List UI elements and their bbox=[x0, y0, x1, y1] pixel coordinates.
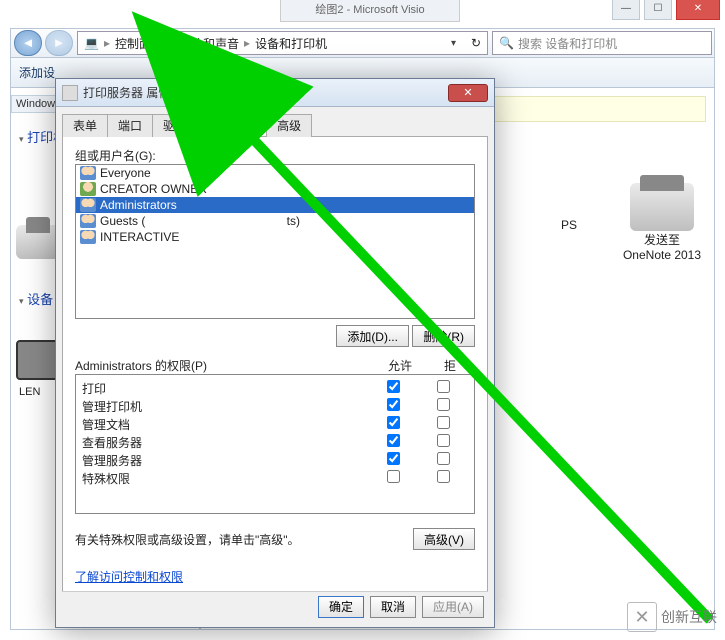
permission-deny-checkbox[interactable] bbox=[437, 434, 450, 447]
group-row[interactable]: INTERACTIVE bbox=[76, 229, 474, 245]
watermark: ✕ 创新互联 bbox=[627, 602, 717, 632]
permission-allow-checkbox[interactable] bbox=[387, 452, 400, 465]
dialog-icon bbox=[62, 85, 78, 101]
ok-button[interactable]: 确定 bbox=[318, 596, 364, 618]
tab-advanced[interactable]: 高级 bbox=[266, 114, 312, 137]
refresh-icon[interactable]: ↻ bbox=[471, 36, 481, 50]
permission-name: 管理文档 bbox=[82, 416, 368, 433]
permissions-table: 打印管理打印机管理文档查看服务器管理服务器特殊权限 bbox=[75, 374, 475, 514]
permission-row: 管理文档 bbox=[82, 415, 468, 433]
search-input[interactable]: 🔍 搜索 设备和打印机 bbox=[492, 31, 712, 55]
close-button[interactable]: ✕ bbox=[676, 0, 720, 20]
permission-row: 特殊权限 bbox=[82, 469, 468, 487]
group-row[interactable]: Guests ( ts) bbox=[76, 213, 474, 229]
tab-security[interactable]: 安全 bbox=[221, 113, 267, 136]
tab-forms[interactable]: 表单 bbox=[62, 114, 108, 137]
onenote-label: 发送至 OneNote 2013 bbox=[622, 231, 702, 262]
group-name: Administrators bbox=[100, 198, 177, 212]
groups-listbox[interactable]: EveryoneCREATOR OWNERAdministratorsGuest… bbox=[75, 164, 475, 319]
breadcrumb-1[interactable]: 硬件和声音 bbox=[179, 35, 239, 52]
breadcrumb-0[interactable]: 控制面板 bbox=[115, 35, 163, 52]
group-name: Guests ( bbox=[100, 214, 145, 228]
device-ps[interactable]: PS bbox=[529, 218, 609, 232]
tab-ports[interactable]: 端口 bbox=[107, 114, 153, 137]
permission-row: 查看服务器 bbox=[82, 433, 468, 451]
visio-title-bar: 绘图2 - Microsoft Visio bbox=[280, 0, 460, 22]
perm-allow-header: 允许 bbox=[375, 357, 425, 374]
permission-name: 查看服务器 bbox=[82, 434, 368, 451]
learn-link[interactable]: 了解访问控制和权限 bbox=[75, 570, 183, 584]
add-button[interactable]: 添加(D)... bbox=[336, 325, 409, 347]
group-name: INTERACTIVE bbox=[100, 230, 179, 244]
permission-row: 管理服务器 bbox=[82, 451, 468, 469]
permission-deny-checkbox[interactable] bbox=[437, 416, 450, 429]
apply-button[interactable]: 应用(A) bbox=[422, 596, 484, 618]
watermark-logo-icon: ✕ bbox=[627, 602, 657, 632]
permission-allow-checkbox[interactable] bbox=[387, 380, 400, 393]
group-icon bbox=[80, 230, 96, 244]
dialog-titlebar[interactable]: 打印服务器 属性 ✕ bbox=[56, 79, 494, 107]
group-icon bbox=[80, 214, 96, 228]
group-row[interactable]: Everyone bbox=[76, 165, 474, 181]
forward-button[interactable]: ► bbox=[45, 30, 73, 56]
minimize-button[interactable]: — bbox=[612, 0, 640, 20]
permission-row: 打印 bbox=[82, 379, 468, 397]
history-dropdown[interactable]: ▾ bbox=[451, 38, 467, 49]
group-label: 组或用户名(G): bbox=[75, 147, 475, 164]
printer-icon bbox=[630, 183, 694, 231]
permission-name: 打印 bbox=[82, 380, 368, 397]
special-perm-text: 有关特殊权限或高级设置，请单击"高级"。 bbox=[75, 531, 413, 548]
ps-label: PS bbox=[561, 218, 577, 232]
group-row[interactable]: CREATOR OWNER bbox=[76, 181, 474, 197]
permission-name: 特殊权限 bbox=[82, 470, 368, 487]
tab-drivers[interactable]: 驱动程序 bbox=[152, 114, 222, 137]
search-icon: 🔍 bbox=[499, 36, 514, 50]
permission-deny-checkbox[interactable] bbox=[437, 470, 450, 483]
permission-allow-checkbox[interactable] bbox=[387, 398, 400, 411]
dialog-button-bar: 确定 取消 应用(A) bbox=[62, 591, 488, 621]
breadcrumb-2[interactable]: 设备和打印机 bbox=[255, 35, 327, 52]
permission-row: 管理打印机 bbox=[82, 397, 468, 415]
permission-name: 管理打印机 bbox=[82, 398, 368, 415]
permission-deny-checkbox[interactable] bbox=[437, 452, 450, 465]
perm-deny-header: 拒 bbox=[425, 357, 475, 374]
maximize-button[interactable]: ☐ bbox=[644, 0, 672, 20]
dialog-tabs: 表单 端口 驱动程序 安全 高级 bbox=[62, 113, 488, 137]
permission-deny-checkbox[interactable] bbox=[437, 380, 450, 393]
address-breadcrumb[interactable]: 💻 ▸ 控制面板 ▸ 硬件和声音 ▸ 设备和打印机 ▾ ↻ bbox=[77, 31, 488, 55]
explorer-toolbar: ◄ ► 💻 ▸ 控制面板 ▸ 硬件和声音 ▸ 设备和打印机 ▾ ↻ 🔍 搜索 设… bbox=[10, 28, 715, 58]
dialog-body: 组或用户名(G): Everyone CREATOR OWNER Administr… bbox=[62, 137, 488, 597]
device-onenote[interactable]: 发送至 OneNote 2013 bbox=[622, 183, 702, 262]
group-row[interactable]: Administrators bbox=[76, 197, 474, 213]
perm-heading: Administrators 的权限(P) bbox=[75, 357, 375, 374]
permission-allow-checkbox[interactable] bbox=[387, 434, 400, 447]
permission-allow-checkbox[interactable] bbox=[387, 470, 400, 483]
group-name-suffix: ts) bbox=[287, 214, 300, 228]
back-button[interactable]: ◄ bbox=[14, 30, 42, 56]
group-icon bbox=[80, 166, 96, 180]
dialog-close-button[interactable]: ✕ bbox=[448, 84, 488, 102]
advanced-button[interactable]: 高级(V) bbox=[413, 528, 475, 550]
group-name: CREATOR OWNER bbox=[100, 182, 207, 196]
permission-deny-checkbox[interactable] bbox=[437, 398, 450, 411]
group-icon bbox=[80, 198, 96, 212]
permission-allow-checkbox[interactable] bbox=[387, 416, 400, 429]
group-name: Everyone bbox=[100, 166, 151, 180]
cancel-button[interactable]: 取消 bbox=[370, 596, 416, 618]
permission-name: 管理服务器 bbox=[82, 452, 368, 469]
thumb-printer-icon bbox=[16, 225, 60, 259]
remove-button[interactable]: 删除(R) bbox=[412, 325, 475, 347]
search-placeholder: 搜索 设备和打印机 bbox=[518, 35, 617, 52]
add-device-label[interactable]: 添加设 bbox=[19, 64, 55, 81]
user-icon bbox=[80, 182, 96, 196]
watermark-text: 创新互联 bbox=[661, 607, 717, 627]
dialog-title: 打印服务器 属性 bbox=[83, 84, 170, 101]
properties-dialog: 打印服务器 属性 ✕ 表单 端口 驱动程序 安全 高级 组或用户名(G): Ev… bbox=[55, 78, 495, 628]
computer-icon: 💻 bbox=[84, 36, 99, 50]
